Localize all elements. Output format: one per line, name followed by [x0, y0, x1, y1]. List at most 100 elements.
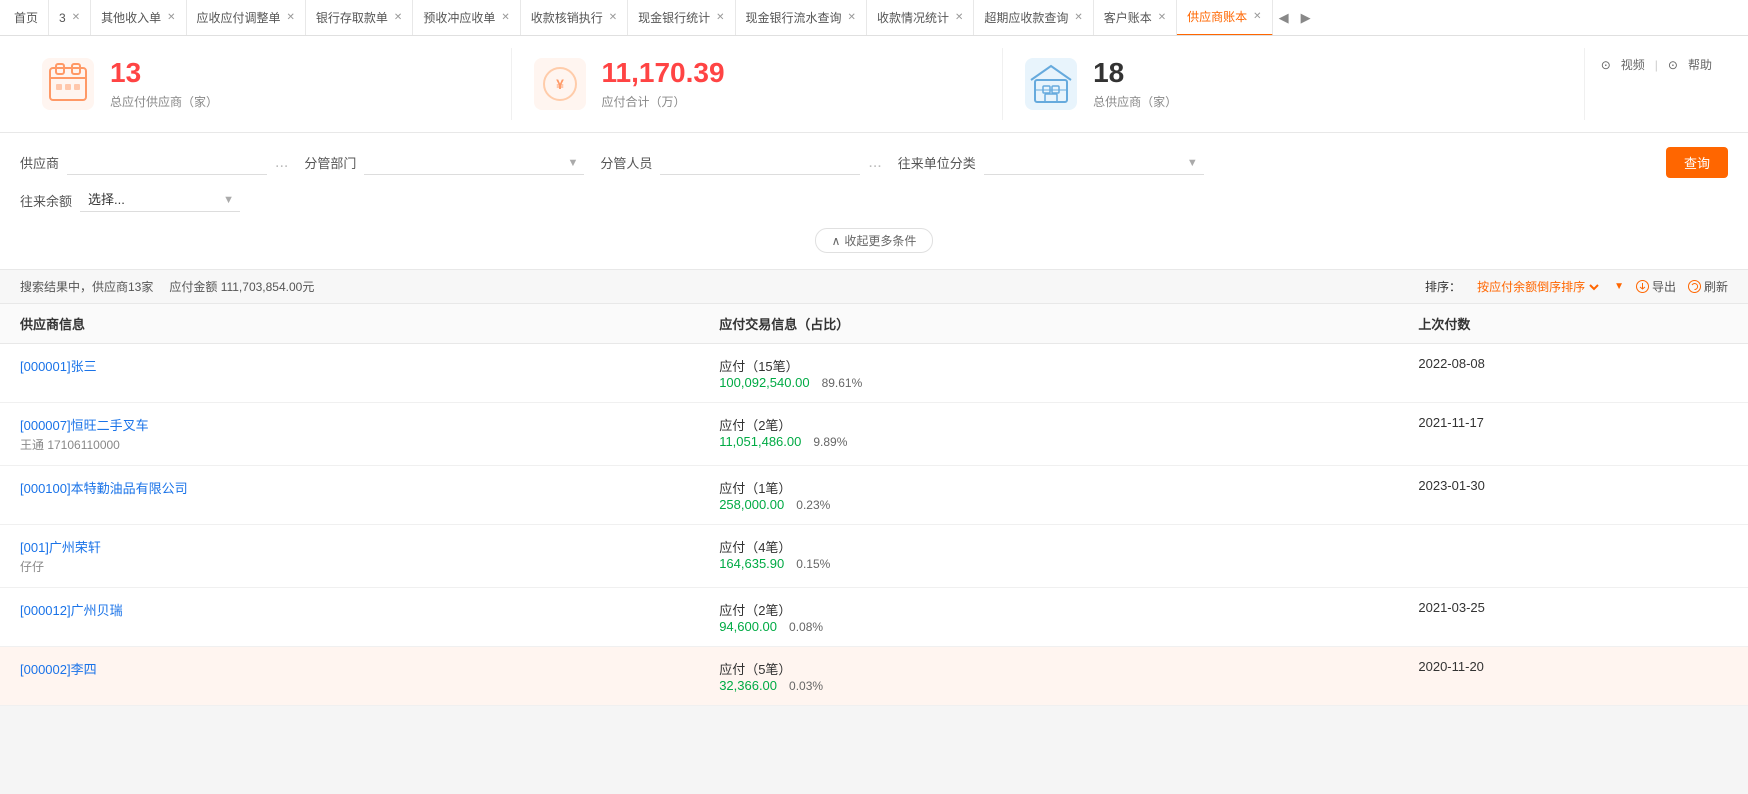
nav-tab-receipt-stats[interactable]: 收款情况统计 ✕: [867, 0, 974, 36]
close-icon[interactable]: ✕: [609, 12, 617, 23]
close-icon[interactable]: ✕: [287, 12, 295, 23]
col-header-tx: 应付交易信息（占比）: [699, 304, 1398, 344]
nav-tab-collection[interactable]: 收款核销执行 ✕: [521, 0, 628, 36]
close-icon[interactable]: ✕: [716, 12, 724, 23]
result-bar-left: 搜索结果中，供应商13家 应付金额 111,703,854.00元: [20, 278, 314, 295]
total-suppliers-number: 18: [1093, 58, 1177, 89]
category-select-wrap: ▼: [984, 151, 1204, 175]
supplier-info-cell: [000100]本特勤油品有限公司: [0, 466, 699, 525]
supplier-dots[interactable]: ...: [275, 154, 288, 172]
nav-tab-adjustment[interactable]: 应收应付调整单 ✕: [187, 0, 306, 36]
stat-info-total: 11,170.39 应付合计（万）: [602, 58, 725, 110]
supplier-count-text: 搜索结果中，供应商13家: [20, 278, 153, 295]
nav-tab-3[interactable]: 3 ✕: [49, 0, 91, 36]
tx-amount: 258,000.00: [719, 497, 784, 512]
supplier-input[interactable]: [67, 151, 267, 175]
category-field: 往来单位分类 ▼: [898, 151, 1204, 175]
supplier-sub-info: 王通 17106110000: [20, 436, 679, 453]
close-icon[interactable]: ✕: [1074, 12, 1082, 23]
tx-info-cell: 应付（15笔）100,092,540.0089.61%: [699, 344, 1398, 403]
sort-select[interactable]: 按应付余额倒序排序: [1473, 279, 1602, 295]
table-row: [000001]张三 应付（15笔）100,092,540.0089.61%202…: [0, 344, 1748, 403]
close-icon[interactable]: ✕: [1158, 12, 1166, 23]
tx-percentage: 89.61%: [822, 376, 863, 390]
last-pay-date-cell: 2021-03-25: [1398, 588, 1748, 647]
supplier-field: 供应商 ...: [20, 151, 288, 175]
search-row-2: 往来余额 选择... ▼: [20, 188, 1728, 212]
export-label: 导出: [1652, 278, 1676, 295]
nav-arrow-left[interactable]: ◀: [1273, 0, 1295, 36]
stat-card-payable-suppliers: 13 总应付供应商（家）: [20, 48, 512, 120]
nav-tab-advance[interactable]: 预收冲应收单 ✕: [413, 0, 520, 36]
nav-tab-supplier[interactable]: 供应商账本 ✕: [1177, 0, 1272, 36]
table-row: [000007]恒旺二手叉车王通 17106110000 应付（2笔）11,051…: [0, 403, 1748, 466]
nav-arrow-right[interactable]: ▶: [1295, 0, 1317, 36]
person-field: 分管人员 ...: [600, 151, 881, 175]
nav-tab-cash-flow[interactable]: 现金银行流水查询 ✕: [736, 0, 867, 36]
result-bar: 搜索结果中，供应商13家 应付金额 111,703,854.00元 排序： 按应…: [0, 270, 1748, 304]
category-label: 往来单位分类: [898, 153, 976, 172]
supplier-link[interactable]: [001]广州荣轩: [20, 540, 101, 555]
nav-tab-customer[interactable]: 客户账本 ✕: [1094, 0, 1177, 36]
nav-tab-other-income[interactable]: 其他收入单 ✕: [91, 0, 186, 36]
balance-select[interactable]: 选择...: [80, 188, 240, 212]
close-icon[interactable]: ✕: [72, 12, 80, 23]
nav-tab-overdue[interactable]: 超期应收款查询 ✕: [974, 0, 1093, 36]
close-icon[interactable]: ✕: [955, 12, 963, 23]
video-link[interactable]: 视频: [1621, 56, 1645, 73]
col-header-supplier: 供应商信息: [0, 304, 699, 344]
tx-info-cell: 应付（5笔）32,366.000.03%: [699, 647, 1398, 706]
supplier-link[interactable]: [000002]李四: [20, 662, 97, 677]
supplier-link[interactable]: [000012]广州贝瑞: [20, 603, 123, 618]
payable-total-icon: ¥: [532, 56, 588, 112]
tx-percentage: 0.08%: [789, 620, 823, 634]
tx-label: 应付（2笔）: [719, 600, 1378, 619]
collapse-bar: ∧ 收起更多条件: [20, 222, 1728, 259]
last-pay-date-cell: 2022-08-08: [1398, 344, 1748, 403]
tx-label: 应付（4笔）: [719, 537, 1378, 556]
tx-info-cell: 应付（2笔）11,051,486.009.89%: [699, 403, 1398, 466]
payable-total-label: 应付合计（万）: [602, 93, 725, 110]
collapse-button[interactable]: ∧ 收起更多条件: [815, 228, 934, 253]
person-dots[interactable]: ...: [868, 154, 881, 172]
supplier-label: 供应商: [20, 153, 59, 172]
category-select[interactable]: [984, 151, 1204, 175]
tx-percentage: 0.23%: [796, 498, 830, 512]
close-icon[interactable]: ✕: [501, 12, 509, 23]
export-button[interactable]: 导出: [1636, 278, 1676, 295]
close-icon[interactable]: ✕: [1253, 11, 1261, 22]
help-link[interactable]: 帮助: [1688, 56, 1712, 73]
result-bar-right: 排序： 按应付余额倒序排序 ▼ 导出 刷新: [1425, 278, 1728, 295]
tx-percentage: 0.15%: [796, 557, 830, 571]
stat-info-payable: 13 总应付供应商（家）: [110, 58, 218, 110]
chevron-up-icon: ∧: [832, 234, 841, 248]
chevron-down-icon: ▼: [1614, 281, 1624, 292]
dept-field: 分管部门 ▼: [304, 151, 584, 175]
payable-suppliers-label: 总应付供应商（家）: [110, 93, 218, 110]
close-icon[interactable]: ✕: [167, 12, 175, 23]
close-icon[interactable]: ✕: [848, 12, 856, 23]
close-icon[interactable]: ✕: [394, 12, 402, 23]
divider: |: [1655, 58, 1658, 72]
sort-prefix: 排序：: [1425, 278, 1461, 295]
top-navigation: 首页 3 ✕ 其他收入单 ✕ 应收应付调整单 ✕ 银行存取款单 ✕ 预收冲应收单…: [0, 0, 1748, 36]
dept-select[interactable]: [364, 151, 584, 175]
supplier-link[interactable]: [000100]本特勤油品有限公司: [20, 481, 188, 496]
tx-label: 应付（1笔）: [719, 478, 1378, 497]
table-row: [000100]本特勤油品有限公司应付（1笔）258,000.000.23%20…: [0, 466, 1748, 525]
table-header-row: 供应商信息 应付交易信息（占比） 上次付数: [0, 304, 1748, 344]
person-input[interactable]: [660, 151, 860, 175]
nav-tab-bank[interactable]: 银行存取款单 ✕: [306, 0, 413, 36]
refresh-button[interactable]: 刷新: [1688, 278, 1728, 295]
supplier-link[interactable]: [000007]恒旺二手叉车: [20, 418, 149, 433]
supplier-info-cell: [000001]张三: [0, 344, 699, 403]
tx-label: 应付（2笔）: [719, 415, 1378, 434]
tx-amount: 11,051,486.00: [719, 434, 801, 449]
balance-label: 往来余额: [20, 191, 72, 210]
supplier-sub-info: 仔仔: [20, 558, 679, 575]
supplier-link[interactable]: [000001]张三: [20, 359, 97, 374]
tx-info-cell: 应付（1笔）258,000.00 0.23%: [699, 466, 1398, 525]
nav-tab-home[interactable]: 首页: [4, 0, 49, 36]
nav-tab-cash-stats[interactable]: 现金银行统计 ✕: [628, 0, 735, 36]
query-button[interactable]: 查询: [1666, 147, 1728, 178]
